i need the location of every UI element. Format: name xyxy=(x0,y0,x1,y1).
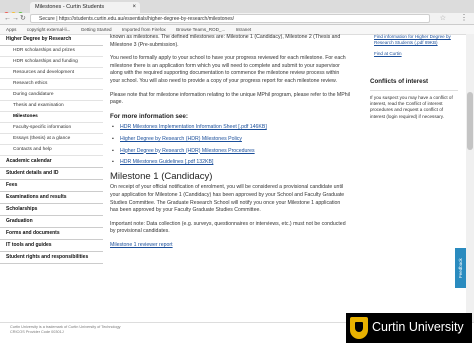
main-content: known as milestones. The defined milesto… xyxy=(110,34,350,322)
sidebar-item-scholarships-funding[interactable]: HDR scholarships and funding xyxy=(0,57,103,68)
reload-icon[interactable]: ↻ xyxy=(20,14,26,23)
link-list: HDR Milestones Implementation Informatio… xyxy=(110,124,350,166)
sidebar-item-scholarships-prizes[interactable]: HDR scholarships and prizes xyxy=(0,46,103,57)
sidebar-section-header[interactable]: Higher Degree by Research xyxy=(0,34,103,46)
address-bar-row: ← → ↻ Secure | https://students.curtin.e… xyxy=(0,13,474,25)
sidebar-item-forms[interactable]: Forms and documents xyxy=(0,228,103,240)
browser-menu-icon[interactable]: ⋮ xyxy=(460,13,468,22)
browser-window: Milestones - Curtin Students × ← → ↻ Sec… xyxy=(0,0,474,323)
sidebar-item-student-details[interactable]: Student details and ID xyxy=(0,168,103,180)
bookmark-star-icon[interactable]: ☆ xyxy=(440,14,446,22)
feedback-button[interactable]: Feedback xyxy=(455,248,466,288)
paragraph: Please note that for milestone informati… xyxy=(110,91,350,106)
sidebar-item-student-rights[interactable]: Student rights and responsibilities xyxy=(0,252,103,264)
right-panel: Find information for Higher Degree by Re… xyxy=(370,34,458,120)
reviewer-report-link[interactable]: Milestone 1 reviewer report xyxy=(110,242,173,248)
bookmark-item[interactable]: Intranet xyxy=(236,27,252,32)
footer-text: Curtin University is a trademark of Curt… xyxy=(10,325,121,335)
sidebar-item-examinations[interactable]: Examinations and results xyxy=(0,192,103,204)
tab-bar: Milestones - Curtin Students × xyxy=(0,0,474,17)
footer-line: CRICOS Provider Code 00301J xyxy=(10,330,64,334)
paragraph: On receipt of your official notification… xyxy=(110,184,345,214)
close-tab-icon[interactable]: × xyxy=(132,2,136,13)
more-info-heading: For more information see: xyxy=(110,112,189,120)
bookmark-item[interactable]: Apps xyxy=(6,27,16,32)
sidebar-item-thesis[interactable]: Thesis and examination xyxy=(0,101,103,112)
url-input[interactable]: Secure | https://students.curtin.edu.au/… xyxy=(30,14,430,23)
logo-text: Curtin University xyxy=(372,320,464,334)
conflicts-heading: Conflicts of interest xyxy=(370,78,458,91)
bookmark-item[interactable]: Getting Started xyxy=(81,27,112,32)
tab-title: Milestones - Curtin Students xyxy=(35,4,105,10)
important-note: Important note: Data collection (e.g. su… xyxy=(110,220,346,235)
section-heading: Milestone 1 (Candidacy) xyxy=(110,170,213,182)
link-milestones-procedures[interactable]: Higher Degree by Research (HDR) Mileston… xyxy=(112,148,350,156)
related-link[interactable]: Find information for Higher Degree by Re… xyxy=(370,34,458,47)
sidebar-item-faculty-info[interactable]: Faculty-specific information xyxy=(0,123,103,134)
related-link[interactable]: Find at Curtin xyxy=(370,51,458,57)
sidebar-item-graduation[interactable]: Graduation xyxy=(0,216,103,228)
sidebar-item-it-tools[interactable]: IT tools and guides xyxy=(0,240,103,252)
bookmark-item[interactable]: copyright external-li... xyxy=(27,27,71,32)
bookmark-item[interactable]: Imported from Firefox xyxy=(122,27,166,32)
link-milestones-guidelines[interactable]: HDR Milestones Guidelines [.pdf 132KB] xyxy=(112,159,350,167)
sidebar-item-scholarships[interactable]: Scholarships xyxy=(0,204,103,216)
link-milestones-policy[interactable]: Higher Degree by Research (HDR) Mileston… xyxy=(112,136,350,144)
sidebar-item-essays[interactable]: Essays (thesis) at a glance xyxy=(0,134,103,145)
sidebar-item-contacts[interactable]: Contacts and help xyxy=(0,145,103,156)
scrollbar-thumb[interactable] xyxy=(467,92,473,150)
sidebar-item-during-candidature[interactable]: During candidature xyxy=(0,90,103,101)
conflicts-text: If you suspect you may have a conflict o… xyxy=(370,94,453,119)
link-milestones-info-sheet[interactable]: HDR Milestones Implementation Informatio… xyxy=(112,124,350,132)
forward-icon[interactable]: → xyxy=(12,14,19,23)
sidebar-item-research-ethics[interactable]: Research ethics xyxy=(0,79,103,90)
bookmark-item[interactable]: Browse Teams_ROD_... xyxy=(176,27,225,32)
browser-tab[interactable]: Milestones - Curtin Students × xyxy=(30,2,140,13)
intro-text: known as milestones. The defined milesto… xyxy=(110,34,341,48)
sidebar-item-fees[interactable]: Fees xyxy=(0,180,103,192)
scrollbar[interactable] xyxy=(466,34,474,322)
sidebar-item-resources[interactable]: Resources and development xyxy=(0,68,103,79)
sidebar-nav: Higher Degree by Research HDR scholarshi… xyxy=(0,34,103,322)
shield-icon xyxy=(350,317,368,339)
back-icon[interactable]: ← xyxy=(4,14,11,23)
paragraph: You need to formally apply to your schoo… xyxy=(110,55,346,84)
curtin-logo: Curtin University xyxy=(346,313,472,343)
sidebar-item-academic-calendar[interactable]: Academic calendar xyxy=(0,156,103,168)
related-links: Find information for Higher Degree by Re… xyxy=(370,34,458,57)
sidebar-item-milestones[interactable]: Milestones xyxy=(0,112,103,123)
